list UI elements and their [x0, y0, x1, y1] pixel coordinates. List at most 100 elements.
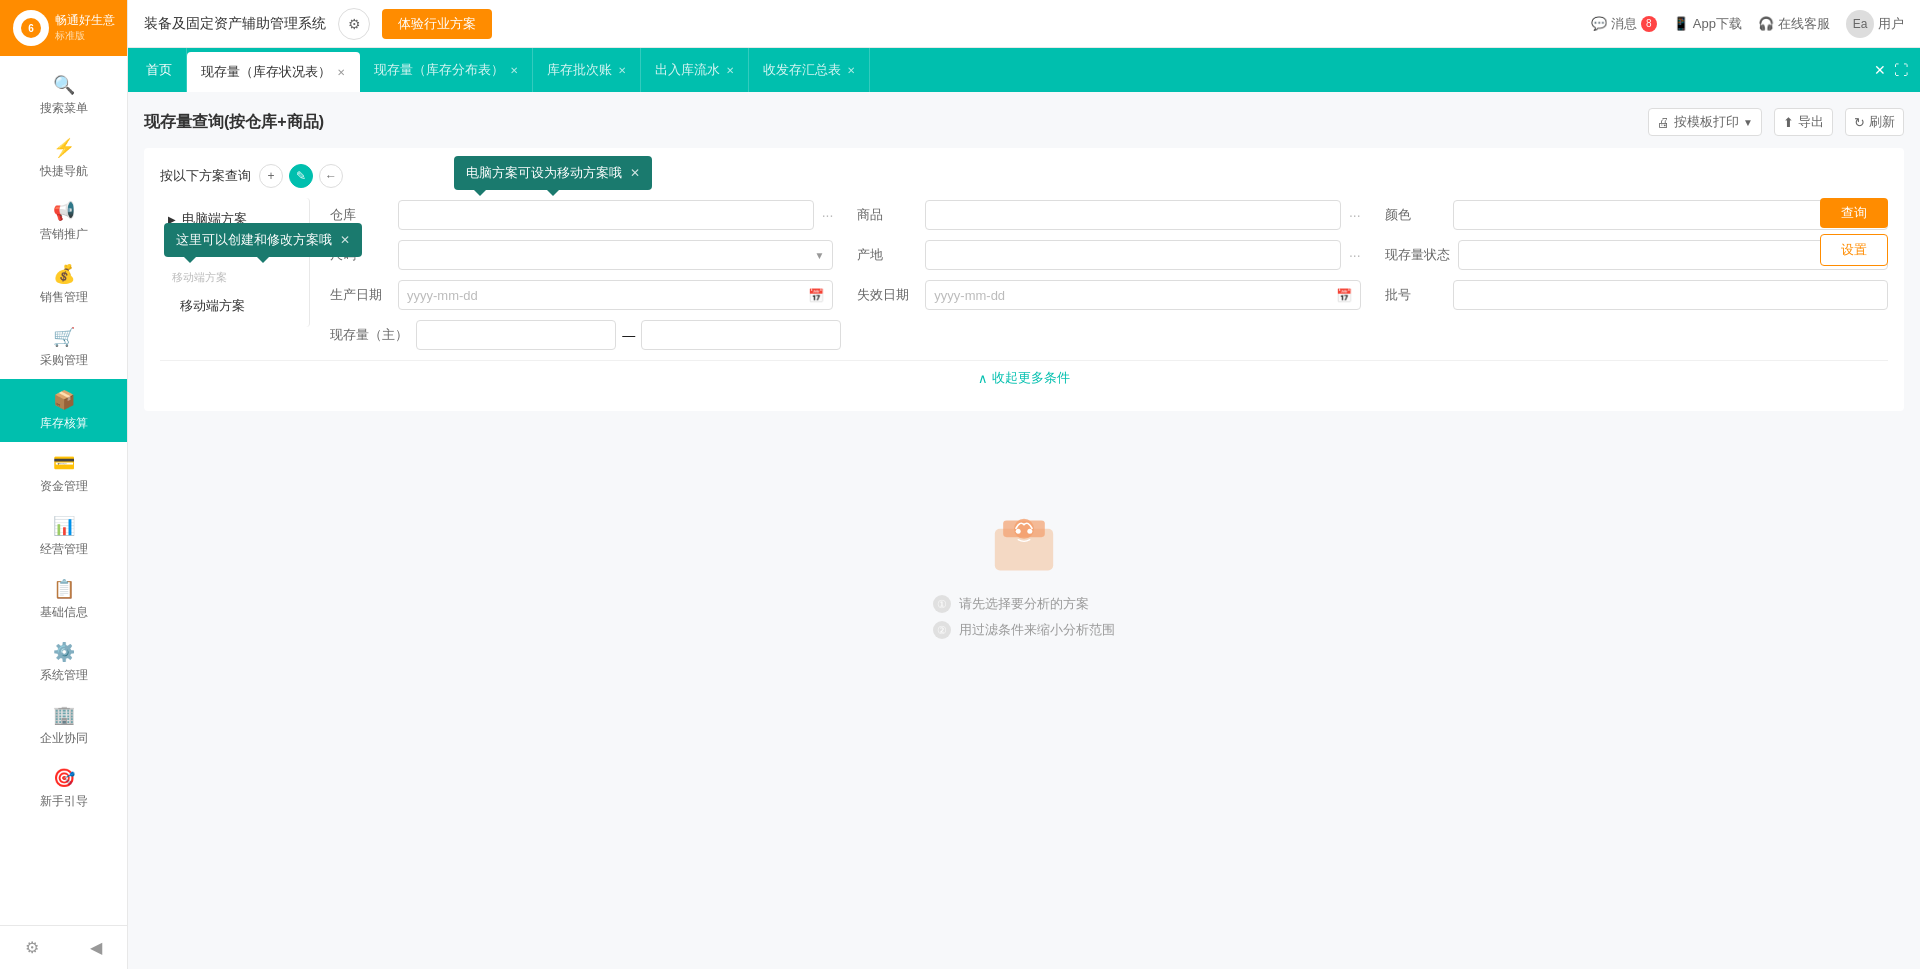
online-service-btn[interactable]: 🎧 在线客服 [1758, 15, 1830, 33]
prod-date-input[interactable]: yyyy-mm-dd 📅 [398, 280, 833, 310]
trial-industry-btn[interactable]: 体验行业方案 [382, 9, 492, 39]
edit-scheme-btn[interactable]: ✎ [289, 164, 313, 188]
message-btn[interactable]: 💬 消息 8 [1591, 15, 1657, 33]
tab-inventory-dist[interactable]: 现存量（库存分布表） ✕ [360, 48, 533, 92]
tab-receive-send-close[interactable]: ✕ [847, 65, 855, 76]
sidebar-item-enterprise[interactable]: 🏢 企业协同 [0, 694, 127, 757]
sidebar-item-operations[interactable]: 📊 经营管理 [0, 505, 127, 568]
empty-step-2: ② 用过滤条件来缩小分析范围 [933, 621, 1115, 639]
main-area: 装备及固定资产辅助管理系统 ⚙ 体验行业方案 💬 消息 8 📱 App下载 🎧 … [128, 0, 1920, 969]
refresh-icon: ↻ [1854, 115, 1865, 130]
sidebar-item-finance-label: 资金管理 [40, 478, 88, 495]
message-badge: 8 [1641, 16, 1657, 32]
origin-input[interactable] [925, 240, 1341, 270]
tab-inout-flow-label: 出入库流水 [655, 61, 720, 79]
mobile-scheme-section-label: 移动端方案 [168, 270, 301, 285]
user-btn[interactable]: Ea 用户 [1846, 10, 1904, 38]
sidebar-item-guide[interactable]: 🎯 新手引导 [0, 757, 127, 820]
app-download-btn[interactable]: 📱 App下载 [1673, 15, 1742, 33]
tooltip2-text: 这里可以创建和修改方案哦 [176, 231, 332, 249]
tab-home-label: 首页 [146, 61, 172, 79]
prod-date-cal-icon: 📅 [808, 288, 824, 303]
topbar-settings-btn[interactable]: ⚙ [338, 8, 370, 40]
tooltip-create-scheme: 这里可以创建和修改方案哦 ✕ [164, 223, 362, 257]
step-2-text: 用过滤条件来缩小分析范围 [959, 621, 1115, 639]
sales-icon: 💰 [53, 263, 75, 285]
inv-qty-filter: 现存量（主） — [330, 320, 841, 350]
filter-row-1: 仓库 ··· 商品 ··· 颜色 ▼ [330, 200, 1888, 230]
collapse-sidebar-icon[interactable]: ◀ [90, 938, 102, 957]
mobile-scheme-item[interactable]: 移动端方案 [160, 293, 309, 319]
tab-receive-send[interactable]: 收发存汇总表 ✕ [749, 48, 870, 92]
tab-inventory-status-close[interactable]: ✕ [337, 67, 345, 78]
warehouse-dots[interactable]: ··· [822, 207, 834, 223]
sidebar-item-inventory[interactable]: 📦 库存核算 [0, 379, 127, 442]
collapse-label: 收起更多条件 [992, 369, 1070, 387]
tooltip1-close[interactable]: ✕ [630, 166, 640, 180]
filter-row-2: 尺码 ▼ 产地 ··· 现存量状态 [330, 240, 1888, 270]
tab-inventory-status[interactable]: 现存量（库存状况表） ✕ [187, 52, 360, 92]
batch-input[interactable] [1453, 280, 1888, 310]
sidebar-item-purchase[interactable]: 🛒 采购管理 [0, 316, 127, 379]
tooltip2-close[interactable]: ✕ [340, 233, 350, 247]
settings-bottom-icon[interactable]: ⚙ [25, 938, 39, 957]
product-filter: 商品 ··· [857, 200, 1360, 230]
collapse-up-icon: ∧ [978, 371, 988, 386]
tab-inout-flow[interactable]: 出入库流水 ✕ [641, 48, 749, 92]
refresh-btn[interactable]: ↻ 刷新 [1845, 108, 1904, 136]
sidebar-item-marketing[interactable]: 📢 营销推广 [0, 190, 127, 253]
avatar-text: Ea [1853, 17, 1868, 31]
product-dots[interactable]: ··· [1349, 207, 1361, 223]
tab-home[interactable]: 首页 [132, 48, 187, 92]
close-tab-icon[interactable]: ✕ [1874, 62, 1886, 78]
inv-qty-dash: — [622, 328, 635, 343]
query-btn[interactable]: 查询 [1820, 198, 1888, 228]
tab-inventory-dist-close[interactable]: ✕ [510, 65, 518, 76]
edit-icon: ✎ [296, 169, 306, 183]
sidebar-item-search[interactable]: 🔍 搜索菜单 [0, 64, 127, 127]
export-btn[interactable]: ⬆ 导出 [1774, 108, 1833, 136]
tab-batch-close[interactable]: ✕ [618, 65, 626, 76]
logo-text-group: 畅通好生意 标准版 [55, 13, 115, 43]
tab-batch[interactable]: 库存批次账 ✕ [533, 48, 641, 92]
tab-inventory-status-label: 现存量（库存状况表） [201, 63, 331, 81]
back-icon: ← [325, 169, 337, 183]
prod-date-filter: 生产日期 yyyy-mm-dd 📅 [330, 280, 833, 310]
template-print-btn[interactable]: 🖨 按模板打印 ▼ [1648, 108, 1762, 136]
expiry-date-label: 失效日期 [857, 286, 917, 304]
filter-area: 按以下方案查询 + ✎ ← ▶ 电脑端方案 [144, 148, 1904, 411]
inv-qty-to[interactable] [641, 320, 841, 350]
warehouse-input[interactable] [398, 200, 814, 230]
collapse-bar[interactable]: ∧ 收起更多条件 [160, 360, 1888, 395]
sidebar-item-finance[interactable]: 💳 资金管理 [0, 442, 127, 505]
size-select[interactable]: ▼ [398, 240, 833, 270]
app-label: App下载 [1693, 15, 1742, 33]
content-area: 现存量查询(按仓库+商品) 🖨 按模板打印 ▼ ⬆ 导出 ↻ 刷新 [128, 92, 1920, 969]
flash-icon: ⚡ [53, 137, 75, 159]
inv-qty-from[interactable] [416, 320, 616, 350]
enterprise-icon: 🏢 [53, 704, 75, 726]
filter-header: 按以下方案查询 + ✎ ← [160, 164, 1888, 188]
system-icon: ⚙️ [53, 641, 75, 663]
sidebar-item-basic[interactable]: 📋 基础信息 [0, 568, 127, 631]
reset-btn[interactable]: 设置 [1820, 234, 1888, 266]
sidebar-logo: 6 畅通好生意 标准版 [0, 0, 127, 56]
sidebar-item-guide-label: 新手引导 [40, 793, 88, 810]
filter-row-4: 现存量（主） — [330, 320, 1888, 350]
expand-tab-icon[interactable]: ⛶ [1894, 62, 1908, 78]
origin-dots[interactable]: ··· [1349, 247, 1361, 263]
tab-inout-flow-close[interactable]: ✕ [726, 65, 734, 76]
sidebar-item-shortcut[interactable]: ⚡ 快捷导航 [0, 127, 127, 190]
add-scheme-btn[interactable]: + [259, 164, 283, 188]
sidebar-item-sales[interactable]: 💰 销售管理 [0, 253, 127, 316]
empty-step-1: ① 请先选择要分析的方案 [933, 595, 1115, 613]
page-title: 现存量查询(按仓库+商品) [144, 112, 324, 133]
query-reset-group: 查询 设置 [1820, 198, 1888, 266]
back-scheme-btn[interactable]: ← [319, 164, 343, 188]
expiry-date-input[interactable]: yyyy-mm-dd 📅 [925, 280, 1360, 310]
product-input[interactable] [925, 200, 1341, 230]
expiry-date-placeholder: yyyy-mm-dd [934, 288, 1005, 303]
warehouse-label: 仓库 [330, 206, 390, 224]
color-label: 颜色 [1385, 206, 1445, 224]
sidebar-item-system[interactable]: ⚙️ 系统管理 [0, 631, 127, 694]
